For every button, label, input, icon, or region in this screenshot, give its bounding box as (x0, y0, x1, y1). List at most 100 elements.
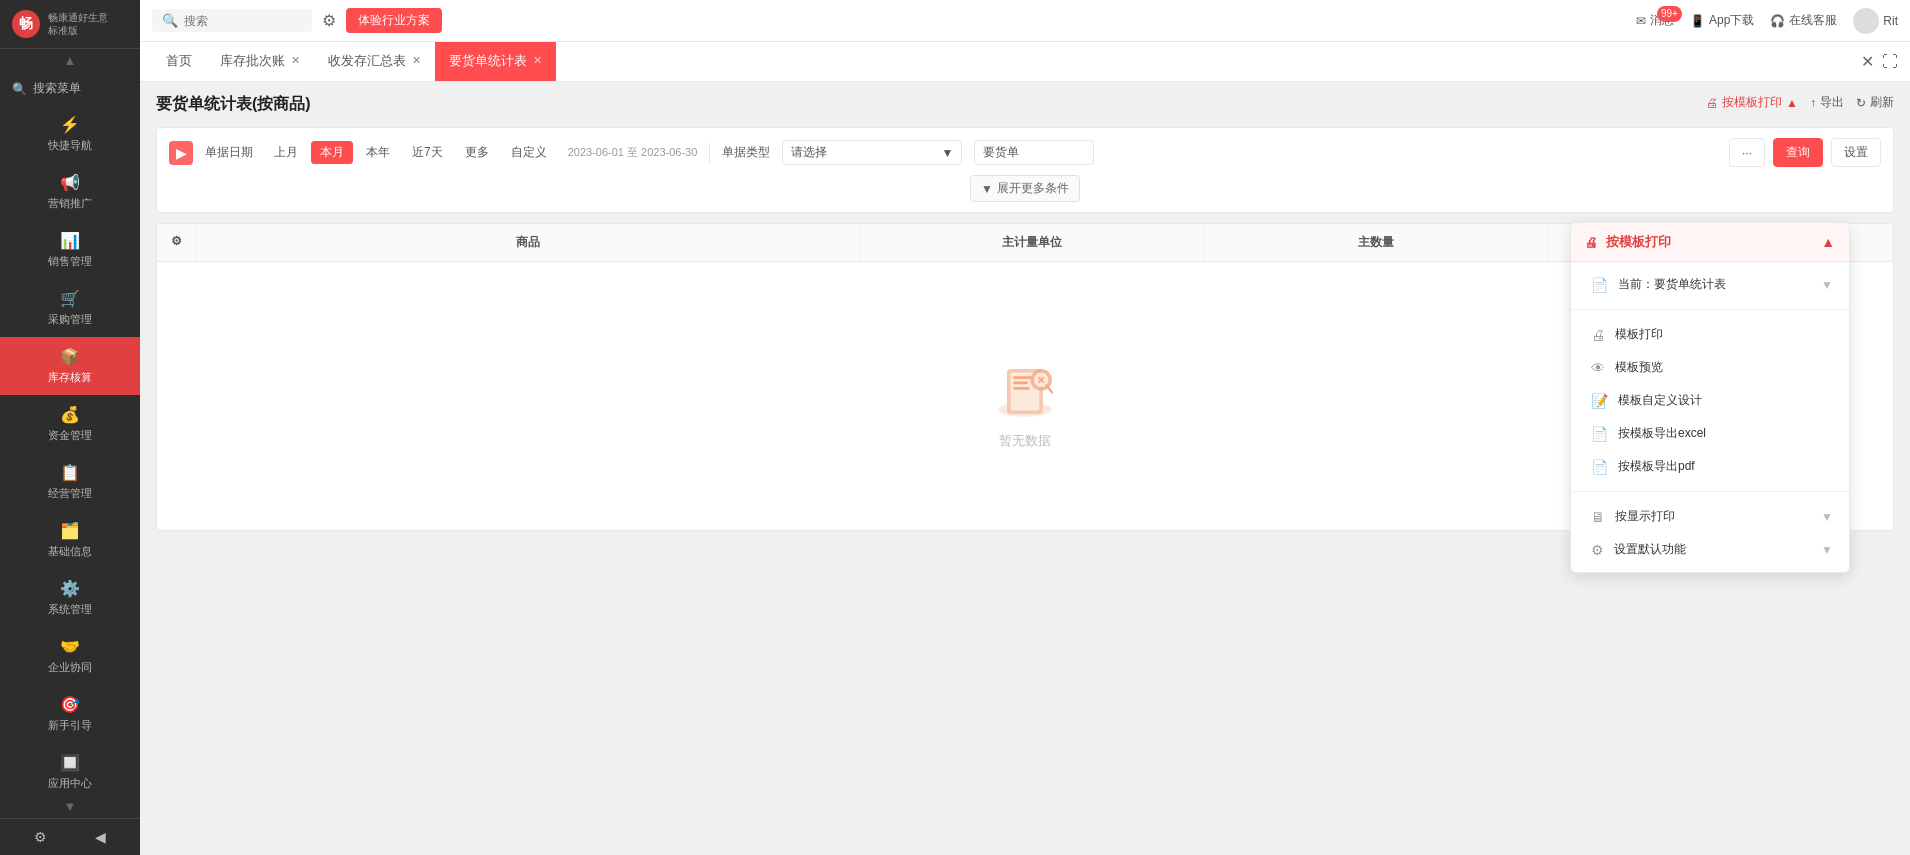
sidebar-item-inventory[interactable]: 📦 库存核算 (0, 337, 140, 395)
dropdown-item-export-excel[interactable]: 📄 按模板导出excel (1571, 417, 1849, 450)
tab-home[interactable]: 首页 (152, 42, 206, 81)
doc-type-chevron: ▼ (941, 146, 953, 160)
sidebar-toggle-btn[interactable]: ◀ (95, 829, 106, 845)
sidebar-item-collab[interactable]: 🤝 企业协同 (0, 627, 140, 685)
sidebar-search[interactable]: 🔍 搜索菜单 (0, 72, 140, 105)
finance-icon: 💰 (60, 405, 80, 424)
tab-inventory-batch[interactable]: 库存批次账 ✕ (206, 42, 314, 81)
dropdown-item-print-template[interactable]: 🖨 模板打印 (1571, 318, 1849, 351)
guide-icon: 🎯 (60, 695, 80, 714)
date-buttons: 上月 本月 本年 近7天 更多 自定义 (265, 141, 556, 164)
print-template-btn[interactable]: 🖨 按模板打印 ▲ (1706, 94, 1798, 111)
preview-icon: 👁 (1591, 360, 1605, 376)
sidebar-scroll-down[interactable]: ▼ (0, 795, 140, 818)
online-service-btn[interactable]: 🎧 在线客服 (1770, 12, 1837, 29)
sidebar-item-quick-nav[interactable]: ⚡ 快捷导航 (0, 105, 140, 163)
expand-more-btn[interactable]: ▼ 展开更多条件 (970, 175, 1080, 202)
display-print-icon: 🖥 (1591, 509, 1605, 525)
sidebar-bottom: ⚙ ◀ (0, 818, 140, 855)
dropdown-header: 🖨 按模板打印 ▲ (1571, 223, 1849, 262)
dropdown-section-items: 🖨 模板打印 👁 模板预览 📝 模板自定义设计 (1571, 312, 1849, 489)
service-icon: 🎧 (1770, 14, 1785, 28)
tab-receipt-summary-close[interactable]: ✕ (412, 54, 421, 67)
dropdown-display-print[interactable]: 🖥 按显示打印 ▼ (1571, 500, 1849, 533)
date-btn-more[interactable]: 更多 (456, 141, 498, 164)
sidebar-item-marketing[interactable]: 📢 营销推广 (0, 163, 140, 221)
date-btn-7days[interactable]: 近7天 (403, 141, 452, 164)
date-btn-custom[interactable]: 自定义 (502, 141, 556, 164)
tab-close-all-btn[interactable]: ✕ (1861, 52, 1874, 71)
messages-btn[interactable]: ✉ 消息 99+ (1636, 12, 1674, 29)
empty-illustration (980, 342, 1070, 432)
sidebar-item-appstore[interactable]: 🔲 应用中心 (0, 743, 140, 795)
tab-order-stat[interactable]: 要货单统计表 ✕ (435, 42, 556, 81)
logo-text: 畅康通好生意 标准版 (48, 11, 108, 37)
topbar-search-input[interactable] (184, 14, 302, 28)
default-func-chevron: ▼ (1821, 543, 1833, 557)
more-options-btn[interactable]: ··· (1729, 138, 1765, 167)
date-btn-last-month[interactable]: 上月 (265, 141, 307, 164)
th-unit: 主计量单位 (860, 224, 1204, 261)
filter-row-1: ▶ 单据日期 上月 本月 本年 近7天 更多 自定义 2023-06-01 至 … (169, 138, 1881, 167)
tabbar-end: ✕ ⛶ (1861, 52, 1898, 71)
print-template-icon: 🖨 (1591, 327, 1605, 343)
sidebar-settings-btn[interactable]: ⚙ (34, 829, 47, 845)
date-btn-this-month[interactable]: 本月 (311, 141, 353, 164)
dropdown-section-current: 📄 当前：要货单统计表 ▼ (1571, 262, 1849, 307)
sidebar-item-sales[interactable]: 📊 销售管理 (0, 221, 140, 279)
sidebar-scroll-up[interactable]: ▲ (0, 49, 140, 72)
sidebar-item-guide[interactable]: 🎯 新手引导 (0, 685, 140, 743)
export-btn[interactable]: ↑ 导出 (1810, 94, 1844, 111)
settings-btn[interactable]: 设置 (1831, 138, 1881, 167)
sidebar-item-system[interactable]: ⚙️ 系统管理 (0, 569, 140, 627)
sidebar-item-purchase[interactable]: 🛒 采购管理 (0, 279, 140, 337)
empty-text: 暂无数据 (999, 432, 1051, 450)
filter-toggle-btn[interactable]: ▶ (169, 141, 193, 165)
th-settings[interactable]: ⚙ (157, 224, 197, 261)
topbar-search-icon: 🔍 (162, 13, 178, 28)
export-pdf-icon: 📄 (1591, 459, 1608, 475)
display-print-chevron: ▼ (1821, 510, 1833, 524)
page-title: 要货单统计表(按商品) (156, 94, 1894, 115)
search-icon: 🔍 (12, 82, 27, 96)
dropdown-item-export-pdf[interactable]: 📄 按模板导出pdf (1571, 450, 1849, 483)
order-num-input[interactable]: 要货单 (974, 140, 1094, 165)
current-template-chevron: ▼ (1821, 278, 1833, 292)
svg-rect-3 (1013, 376, 1031, 379)
custom-design-icon: 📝 (1591, 393, 1608, 409)
topbar-search-box[interactable]: 🔍 (152, 9, 312, 32)
doc-type-select[interactable]: 请选择 ▼ (782, 140, 962, 165)
refresh-btn[interactable]: ↻ 刷新 (1856, 94, 1894, 111)
tab-expand-btn[interactable]: ⛶ (1882, 53, 1898, 71)
user-avatar[interactable]: Rit (1853, 8, 1898, 34)
date-btn-this-year[interactable]: 本年 (357, 141, 399, 164)
sidebar-item-finance[interactable]: 💰 资金管理 (0, 395, 140, 453)
app-download-btn[interactable]: 📱 App下载 (1690, 12, 1754, 29)
date-filter-label: 单据日期 (205, 144, 253, 161)
logo-icon: 畅 (12, 10, 40, 38)
default-func-icon: ⚙ (1591, 542, 1604, 558)
dropdown-item-preview[interactable]: 👁 模板预览 (1571, 351, 1849, 384)
tab-receipt-summary[interactable]: 收发存汇总表 ✕ (314, 42, 435, 81)
tab-inventory-batch-close[interactable]: ✕ (291, 54, 300, 67)
trial-btn[interactable]: 体验行业方案 (346, 8, 442, 33)
query-btn[interactable]: 查询 (1773, 138, 1823, 167)
page-toolbar: 🖨 按模板打印 ▲ ↑ 导出 ↻ 刷新 (1706, 94, 1894, 111)
tab-order-stat-close[interactable]: ✕ (533, 54, 542, 67)
topbar-gear-icon[interactable]: ⚙ (322, 11, 336, 30)
svg-rect-4 (1013, 382, 1027, 385)
basic-icon: 🗂️ (60, 521, 80, 540)
dropdown-print-icon: 🖨 (1585, 235, 1598, 250)
sidebar-item-operations[interactable]: 📋 经营管理 (0, 453, 140, 511)
filter-divider-1 (709, 143, 710, 163)
dropdown-item-custom-design[interactable]: 📝 模板自定义设计 (1571, 384, 1849, 417)
dropdown-default-func[interactable]: ⚙ 设置默认功能 ▼ (1571, 533, 1849, 566)
export-excel-icon: 📄 (1591, 426, 1608, 442)
dropdown-section-sub: 🖥 按显示打印 ▼ ⚙ 设置默认功能 ▼ (1571, 494, 1849, 572)
dropdown-close-btn[interactable]: ▲ (1821, 234, 1835, 250)
print-template-dropdown: 🖨 按模板打印 ▲ 📄 当前：要货单统计表 ▼ 🖨 (1570, 222, 1850, 573)
sidebar-item-basic[interactable]: 🗂️ 基础信息 (0, 511, 140, 569)
tabbar: 首页 库存批次账 ✕ 收发存汇总表 ✕ 要货单统计表 ✕ ✕ ⛶ (140, 42, 1910, 82)
dropdown-current-template[interactable]: 📄 当前：要货单统计表 ▼ (1571, 268, 1849, 301)
operations-icon: 📋 (60, 463, 80, 482)
